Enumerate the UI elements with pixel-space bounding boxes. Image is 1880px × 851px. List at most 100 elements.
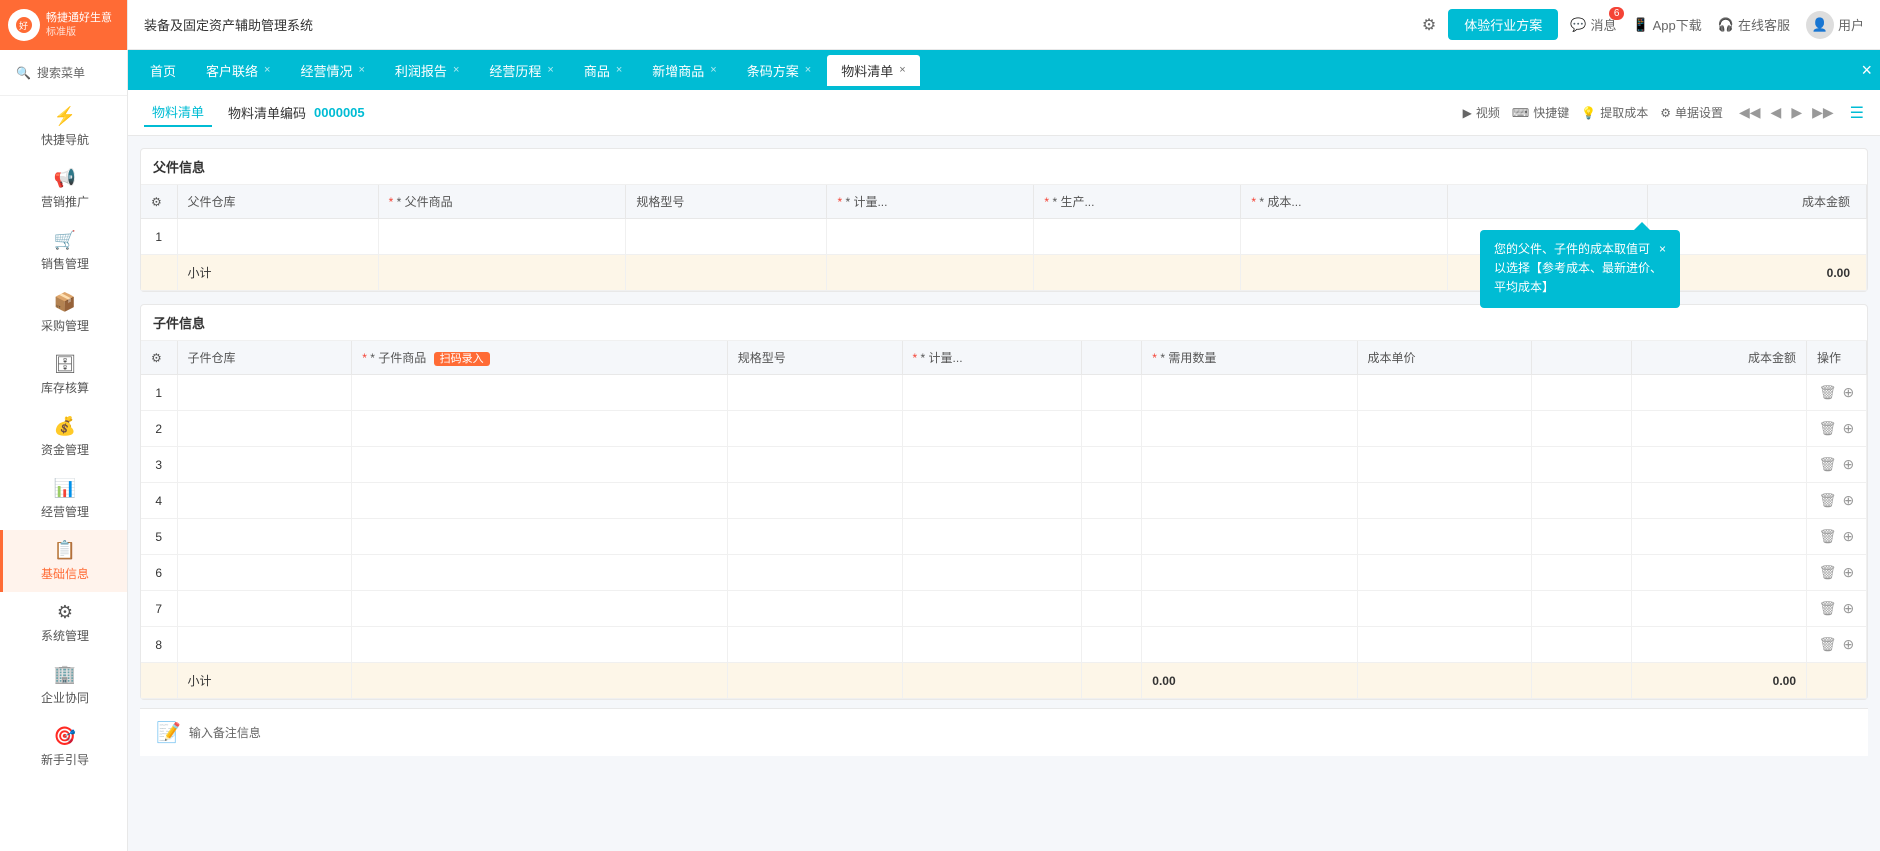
- child-row-1-quantity[interactable]: [1142, 375, 1357, 411]
- sub-tab-bom-list[interactable]: 物料清单: [144, 98, 212, 127]
- tab-profit[interactable]: 利润报告 ×: [381, 55, 473, 86]
- child-row-1-unit-cost[interactable]: [1357, 375, 1532, 411]
- sidebar-item-finance[interactable]: 💰 资金管理: [0, 406, 127, 468]
- copy-row-7-icon[interactable]: ⊕: [1843, 600, 1855, 617]
- parent-warehouse-cell[interactable]: [177, 219, 378, 255]
- copy-row-1-icon[interactable]: ⊕: [1843, 384, 1855, 401]
- user-avatar[interactable]: 👤 用户: [1806, 11, 1864, 39]
- search-menu-button[interactable]: 🔍 搜索菜单: [8, 58, 119, 87]
- child-col-setting[interactable]: ⚙: [141, 341, 177, 375]
- tab-customer[interactable]: 客户联络 ×: [192, 55, 284, 86]
- doc-number-section: 物料清单编码 0000005: [228, 103, 365, 122]
- delete-row-4-icon[interactable]: 🗑: [1819, 492, 1837, 509]
- cost-icon: 💡: [1581, 106, 1596, 120]
- tab-goods[interactable]: 商品 ×: [570, 55, 636, 86]
- child-row-1-amount[interactable]: [1632, 375, 1807, 411]
- tab-bom-close[interactable]: ×: [899, 64, 905, 76]
- app-download-button[interactable]: 📱 App下载: [1632, 15, 1701, 34]
- parent-col-produce: * * 生产...: [1034, 185, 1241, 219]
- close-all-tabs[interactable]: ×: [1861, 60, 1872, 81]
- tab-newgoods[interactable]: 新增商品 ×: [638, 55, 730, 86]
- delete-row-2-icon[interactable]: 🗑: [1819, 420, 1837, 437]
- quicknav-icon: ⚡: [54, 106, 76, 127]
- remark-icon: 📝: [156, 720, 181, 745]
- next-icon[interactable]: ▶: [1787, 102, 1806, 123]
- sidebar-item-sales[interactable]: 🛒 销售管理: [0, 220, 127, 282]
- prev-icon[interactable]: ◀: [1767, 102, 1786, 123]
- copy-row-2-icon[interactable]: ⊕: [1843, 420, 1855, 437]
- delete-row-8-icon[interactable]: 🗑: [1819, 636, 1837, 653]
- message-button[interactable]: 💬 6 消息: [1570, 15, 1616, 34]
- app-icon: 📱: [1632, 17, 1648, 33]
- child-col-blank2: [1532, 341, 1632, 375]
- system-icon: ⚙: [57, 602, 73, 623]
- settings-gear-icon[interactable]: ⚙: [1422, 15, 1436, 35]
- delete-row-6-icon[interactable]: 🗑: [1819, 564, 1837, 581]
- parent-col-setting[interactable]: ⚙: [141, 185, 177, 219]
- tab-bom[interactable]: 物料清单 ×: [827, 55, 919, 86]
- child-row-1-unit[interactable]: [902, 375, 1082, 411]
- parent-cost-cell[interactable]: [1241, 219, 1448, 255]
- sidebar-item-quicknav[interactable]: ⚡ 快捷导航: [0, 96, 127, 158]
- copy-row-6-icon[interactable]: ⊕: [1843, 564, 1855, 581]
- tab-newgoods-close[interactable]: ×: [710, 64, 716, 76]
- delete-row-7-icon[interactable]: 🗑: [1819, 600, 1837, 617]
- tab-barcode[interactable]: 条码方案 ×: [733, 55, 825, 86]
- trial-button[interactable]: 体验行业方案: [1448, 9, 1558, 40]
- sidebar-item-enterprise[interactable]: 🏢 企业协同: [0, 654, 127, 716]
- tab-barcode-close[interactable]: ×: [805, 64, 811, 76]
- delete-row-3-icon[interactable]: 🗑: [1819, 456, 1837, 473]
- copy-row-3-icon[interactable]: ⊕: [1843, 456, 1855, 473]
- tab-home[interactable]: 首页: [136, 55, 190, 86]
- parent-produce-cell[interactable]: [1034, 219, 1241, 255]
- tab-history[interactable]: 经营历程 ×: [475, 55, 567, 86]
- delete-row-1-icon[interactable]: 🗑: [1819, 384, 1837, 401]
- tab-history-close[interactable]: ×: [547, 64, 553, 76]
- remark-label[interactable]: 输入备注信息: [189, 724, 261, 741]
- sidebar-item-purchase[interactable]: 📦 采购管理: [0, 282, 127, 344]
- next-last-icon[interactable]: ▶▶: [1808, 102, 1838, 123]
- child-table-row: 1 🗑 ⊕: [141, 375, 1867, 411]
- child-table-row: 4 🗑⊕: [141, 483, 1867, 519]
- parent-col-spec: 规格型号: [626, 185, 827, 219]
- delete-row-5-icon[interactable]: 🗑: [1819, 528, 1837, 545]
- child-row-1-warehouse[interactable]: [177, 375, 352, 411]
- extract-cost-button[interactable]: 💡 提取成本: [1581, 104, 1648, 121]
- tooltip-close-button[interactable]: ×: [1659, 240, 1666, 259]
- sidebar-item-inventory[interactable]: 🗄 库存核算: [0, 344, 127, 406]
- sidebar-item-system[interactable]: ⚙ 系统管理: [0, 592, 127, 654]
- tab-operations[interactable]: 经营情况 ×: [286, 55, 378, 86]
- parent-subtotal-cost: [1241, 255, 1448, 291]
- parent-product-cell[interactable]: [378, 219, 626, 255]
- tab-profit-close[interactable]: ×: [453, 64, 459, 76]
- prev-first-icon[interactable]: ◀◀: [1735, 102, 1765, 123]
- doc-number-value: 0000005: [314, 105, 365, 120]
- child-row-1-spec[interactable]: [727, 375, 902, 411]
- tab-customer-close[interactable]: ×: [264, 64, 270, 76]
- tab-goods-close[interactable]: ×: [616, 64, 622, 76]
- shortcut-button[interactable]: ⌨ 快捷键: [1512, 104, 1569, 121]
- doc-settings-button[interactable]: ⚙ 单据设置: [1660, 104, 1723, 121]
- sidebar-item-marketing[interactable]: 📢 营销推广: [0, 158, 127, 220]
- sidebar-item-operations[interactable]: 📊 经营管理: [0, 468, 127, 530]
- sidebar-item-basic[interactable]: 📋 基础信息: [0, 530, 127, 592]
- parent-unit-cell[interactable]: [827, 219, 1034, 255]
- sales-icon: 🛒: [54, 230, 76, 251]
- copy-row-4-icon[interactable]: ⊕: [1843, 492, 1855, 509]
- list-view-icon[interactable]: ☰: [1850, 103, 1864, 123]
- sidebar-item-guide[interactable]: 🎯 新手引导: [0, 716, 127, 778]
- tab-operations-close[interactable]: ×: [358, 64, 364, 76]
- parent-spec-cell[interactable]: [626, 219, 827, 255]
- child-subtotal-row: 小计 0.00 0.00: [141, 663, 1867, 699]
- copy-row-5-icon[interactable]: ⊕: [1843, 528, 1855, 545]
- online-service-button[interactable]: 🎧 在线客服: [1718, 15, 1790, 34]
- scan-input-badge[interactable]: 扫码录入: [434, 352, 490, 366]
- copy-row-8-icon[interactable]: ⊕: [1843, 636, 1855, 653]
- avatar-icon: 👤: [1806, 11, 1834, 39]
- message-badge: 6: [1609, 7, 1625, 20]
- view-video-button[interactable]: ▶ 视频: [1463, 104, 1500, 121]
- parent-amount-cell[interactable]: [1648, 219, 1867, 255]
- parent-col-amount: 成本金额: [1648, 185, 1867, 219]
- child-row-1-product[interactable]: [352, 375, 728, 411]
- sidebar: 好 畅捷通好生意 标准版 🔍 搜索菜单 ⚡ 快捷导航 📢 营销推广 🛒 销售管理…: [0, 0, 128, 851]
